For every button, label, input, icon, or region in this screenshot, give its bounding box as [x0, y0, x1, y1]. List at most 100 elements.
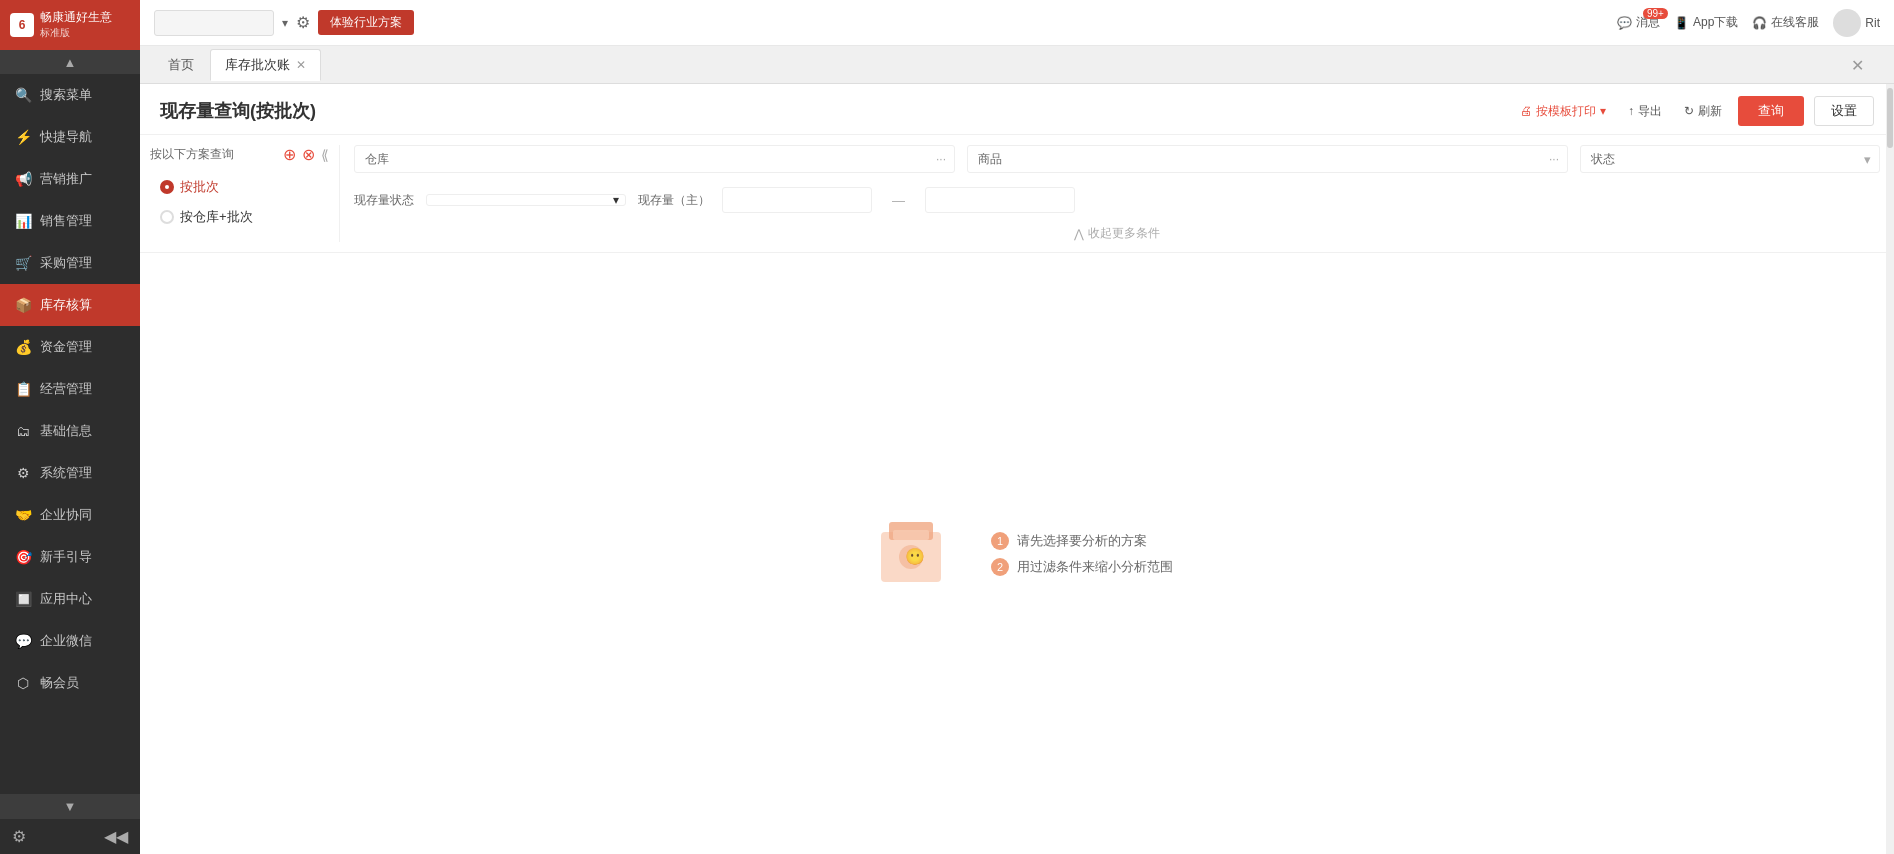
print-button[interactable]: 🖨 按模板打印 ▾	[1514, 99, 1612, 124]
sidebar-item-operations[interactable]: 📋 经营管理	[0, 368, 140, 410]
filter-option-batch-label: 按批次	[180, 178, 219, 196]
topbar-search-input[interactable]	[154, 10, 274, 36]
filter-area: 按以下方案查询 ⊕ ⊗ ⟪ 按批次 按仓库+批次	[140, 135, 1894, 253]
filter-option-batch[interactable]: 按批次	[150, 172, 329, 202]
user-name: Rit	[1865, 16, 1880, 30]
goods-input[interactable]	[1012, 146, 1541, 172]
query-button[interactable]: 查询	[1738, 96, 1804, 126]
quick-nav-icon: ⚡	[14, 128, 32, 146]
wechat-icon: 💬	[14, 632, 32, 650]
refresh-label: 刷新	[1698, 103, 1722, 120]
sidebar-item-marketing[interactable]: 📢 营销推广	[0, 158, 140, 200]
svg-text:😶: 😶	[905, 547, 925, 566]
inventory-status-label: 现存量状态	[354, 192, 414, 209]
sidebar-item-enterprise[interactable]: 🤝 企业协同	[0, 494, 140, 536]
sidebar-nav: 🔍 搜索菜单 ⚡ 快捷导航 📢 营销推广 📊 销售管理 🛒 采购管理 📦 库存核…	[0, 74, 140, 794]
print-label: 按模板打印	[1536, 103, 1596, 120]
sidebar-item-finance[interactable]: 💰 资金管理	[0, 326, 140, 368]
collapse-more-conditions[interactable]: ⋀ 收起更多条件	[354, 217, 1880, 242]
right-scrollbar[interactable]	[1886, 84, 1894, 854]
sidebar-item-label: 库存核算	[40, 296, 92, 314]
settings-gear-icon[interactable]: ⚙	[12, 827, 26, 846]
sidebar-bottom: ⚙ ◀◀	[0, 818, 140, 854]
settings-filter-icon[interactable]: ⊗	[302, 145, 315, 164]
inventory-status-select[interactable]: ▾	[426, 194, 626, 206]
sidebar: 6 畅康通好生意 标准版 ▲ 🔍 搜索菜单 ⚡ 快捷导航 📢 营销推广 📊 销售…	[0, 0, 140, 854]
sidebar-item-label: 企业协同	[40, 506, 92, 524]
export-button[interactable]: ↑ 导出	[1622, 99, 1668, 124]
filter-sidebar-icons: ⊕ ⊗ ⟪	[283, 145, 329, 164]
sidebar-item-member[interactable]: ⬡ 畅会员	[0, 662, 140, 704]
tab-close-icon[interactable]: ✕	[296, 58, 306, 72]
sidebar-item-search[interactable]: 🔍 搜索菜单	[0, 74, 140, 116]
filter-sidebar-header: 按以下方案查询 ⊕ ⊗ ⟪	[150, 145, 329, 164]
status-input[interactable]	[1625, 146, 1856, 172]
status-dropdown-icon[interactable]: ▾	[1856, 152, 1879, 167]
marketing-icon: 📢	[14, 170, 32, 188]
sidebar-item-system[interactable]: ⚙ 系统管理	[0, 452, 140, 494]
topbar-right: 💬 消息 99+ 📱 App下载 🎧 在线客服 Rit	[1617, 9, 1880, 37]
sidebar-item-label: 应用中心	[40, 590, 92, 608]
goods-more-icon[interactable]: ···	[1541, 152, 1567, 166]
filter-sidebar-title: 按以下方案查询	[150, 146, 234, 163]
refresh-button[interactable]: ↻ 刷新	[1678, 99, 1728, 124]
goods-filter-group: 商品 ···	[967, 145, 1568, 173]
inventory-status-dropdown-icon: ▾	[613, 193, 619, 207]
app-download-group[interactable]: 📱 App下载	[1674, 14, 1738, 31]
hint-number-1: 1	[991, 532, 1009, 550]
page-actions: 🖨 按模板打印 ▾ ↑ 导出 ↻ 刷新 查询 设置	[1514, 96, 1874, 126]
sales-icon: 📊	[14, 212, 32, 230]
radio-warehouse-batch	[160, 210, 174, 224]
warehouse-more-icon[interactable]: ···	[928, 152, 954, 166]
empty-state-icon-wrapper: 😶	[861, 502, 961, 605]
sidebar-item-inventory[interactable]: 📦 库存核算	[0, 284, 140, 326]
sidebar-item-basic[interactable]: 🗂 基础信息	[0, 410, 140, 452]
warehouse-input[interactable]	[399, 146, 928, 172]
tab-inventory-batch-label: 库存批次账	[225, 56, 290, 74]
sidebar-item-newbie[interactable]: 🎯 新手引导	[0, 536, 140, 578]
filter-option-warehouse-batch[interactable]: 按仓库+批次	[150, 202, 329, 232]
user-avatar	[1833, 9, 1861, 37]
app-edition: 标准版	[40, 26, 112, 40]
sidebar-item-app-center[interactable]: 🔲 应用中心	[0, 578, 140, 620]
online-service-group[interactable]: 🎧 在线客服	[1752, 14, 1819, 31]
topbar-gear-icon[interactable]: ⚙	[296, 13, 310, 32]
print-dropdown-icon[interactable]: ▾	[1600, 104, 1606, 118]
warehouse-filter-group: 仓库 ···	[354, 145, 955, 173]
search-nav-icon: 🔍	[14, 86, 32, 104]
tab-home[interactable]: 首页	[154, 49, 208, 81]
add-filter-icon[interactable]: ⊕	[283, 145, 296, 164]
empty-state-content: 1 请先选择要分析的方案 2 用过滤条件来缩小分析范围	[991, 532, 1173, 576]
sidebar-item-label: 搜索菜单	[40, 86, 92, 104]
sidebar-scroll-down[interactable]: ▼	[0, 794, 140, 818]
sidebar-item-label: 基础信息	[40, 422, 92, 440]
settings-button[interactable]: 设置	[1814, 96, 1874, 126]
filter-row-2: 现存量状态 ▾ 现存量（主） —	[354, 183, 1880, 217]
svg-rect-2	[893, 530, 929, 540]
sidebar-item-sales[interactable]: 📊 销售管理	[0, 200, 140, 242]
sidebar-item-quick-nav[interactable]: ⚡ 快捷导航	[0, 116, 140, 158]
system-icon: ⚙	[14, 464, 32, 482]
sidebar-item-wechat[interactable]: 💬 企业微信	[0, 620, 140, 662]
tabbar-close-button[interactable]: ✕	[1851, 56, 1864, 75]
inventory-icon: 📦	[14, 296, 32, 314]
sidebar-scroll-up[interactable]: ▲	[0, 50, 140, 74]
collapse-filter-icon[interactable]: ⟪	[321, 147, 329, 163]
topbar-dropdown-icon[interactable]: ▾	[282, 16, 288, 30]
sidebar-item-label: 营销推广	[40, 170, 92, 188]
warehouse-label: 仓库	[355, 151, 399, 168]
user-group[interactable]: Rit	[1833, 9, 1880, 37]
main-quantity-to-input[interactable]	[925, 187, 1075, 213]
tab-inventory-batch[interactable]: 库存批次账 ✕	[210, 49, 321, 81]
message-group[interactable]: 💬 消息 99+	[1617, 14, 1660, 31]
sidebar-item-label: 采购管理	[40, 254, 92, 272]
sidebar-collapse-icon[interactable]: ◀◀	[104, 827, 128, 846]
app-center-icon: 🔲	[14, 590, 32, 608]
experience-button[interactable]: 体验行业方案	[318, 10, 414, 35]
scrollbar-thumb	[1887, 88, 1893, 148]
quantity-dash: —	[884, 193, 913, 208]
app-logo: 6	[10, 13, 34, 37]
sidebar-item-purchase[interactable]: 🛒 采购管理	[0, 242, 140, 284]
refresh-icon: ↻	[1684, 104, 1694, 118]
main-quantity-from-input[interactable]	[722, 187, 872, 213]
